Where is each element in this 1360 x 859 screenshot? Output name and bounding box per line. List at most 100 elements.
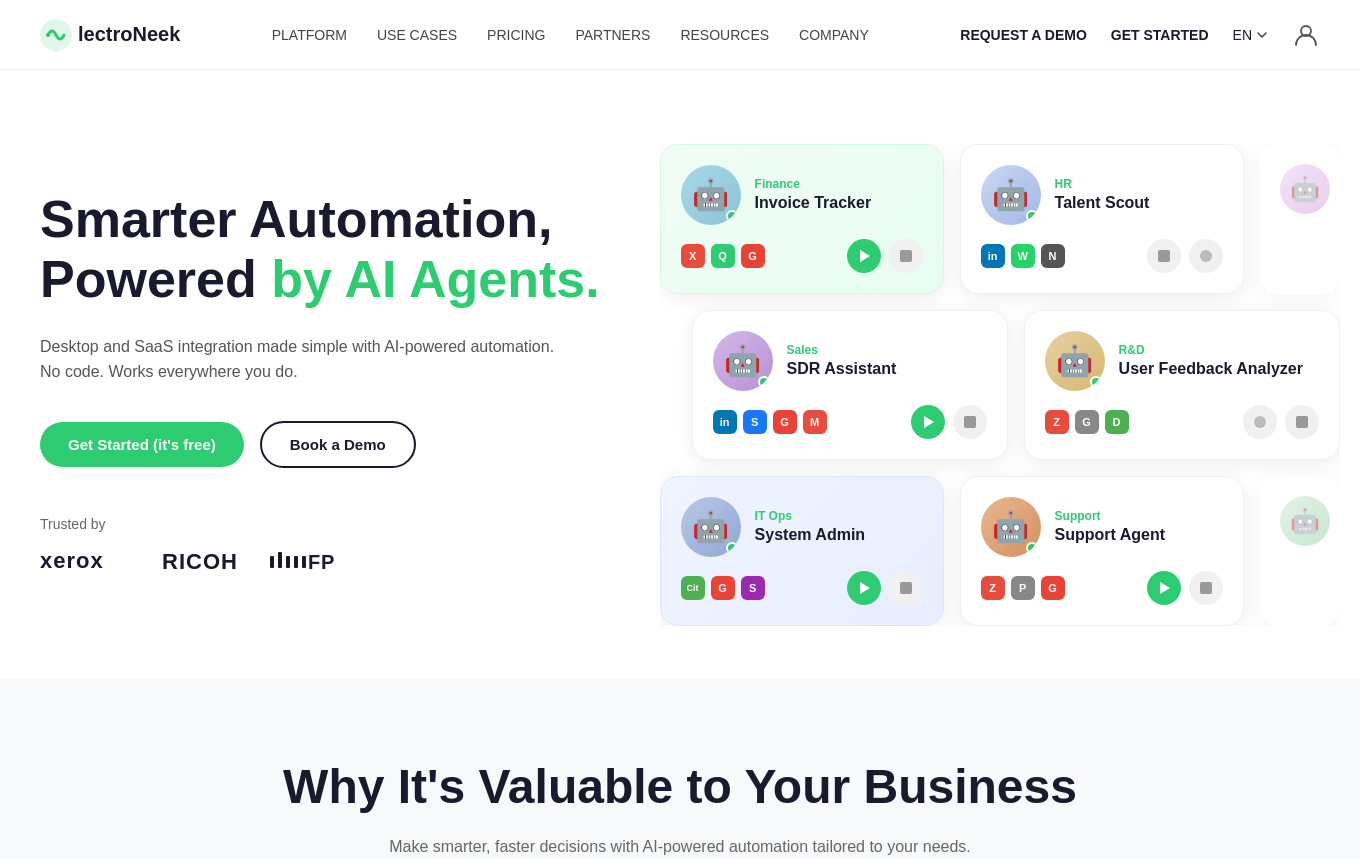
nav-company[interactable]: COMPANY: [799, 27, 869, 43]
app-icon-xero: X: [681, 244, 705, 268]
card-controls-itops: [847, 571, 923, 605]
card-top-rnd: 🤖 R&D User Feedback Analyzer: [1045, 331, 1319, 391]
card-controls-finance: [847, 239, 923, 273]
card-top-finance: 🤖 Finance Invoice Tracker: [681, 165, 923, 225]
pause-button-rnd[interactable]: [1243, 405, 1277, 439]
get-started-button[interactable]: Get Started (it's free): [40, 422, 244, 467]
app-icon-qb: Q: [711, 244, 735, 268]
app-icon-slack: S: [743, 410, 767, 434]
stop-icon-support: [1200, 582, 1212, 594]
pause-button-hr[interactable]: [1147, 239, 1181, 273]
stop-button-rnd[interactable]: [1285, 405, 1319, 439]
request-demo-link[interactable]: REQUEST A DEMO: [960, 27, 1087, 43]
nav-resources[interactable]: RESOURCES: [680, 27, 769, 43]
stop-icon-rnd: [1296, 416, 1308, 428]
card-top-hr: 🤖 HR Talent Scout: [981, 165, 1223, 225]
stop-icon-finance: [900, 250, 912, 262]
play-button-finance[interactable]: [847, 239, 881, 273]
stop-icon-sales: [964, 416, 976, 428]
stop-button-hr[interactable]: [1189, 239, 1223, 273]
agent-info-finance: Finance Invoice Tracker: [755, 177, 923, 212]
chevron-down-icon: [1256, 29, 1268, 41]
agent-name-support: Support Agent: [1055, 526, 1223, 544]
card-top-sales: 🤖 Sales SDR Assistant: [713, 331, 987, 391]
play-button-support[interactable]: [1147, 571, 1181, 605]
bottom-section: Why It's Valuable to Your Business Make …: [0, 679, 1360, 859]
app-icon-g-sup: G: [1041, 576, 1065, 600]
agent-category-hr: HR: [1055, 177, 1223, 191]
card-bottom-hr: in W N: [981, 239, 1223, 273]
hero-buttons: Get Started (it's free) Book a Demo: [40, 421, 600, 468]
agent-name-itops: System Admin: [755, 526, 923, 544]
app-icons-itops: Cit G S: [681, 576, 765, 600]
agent-card-rnd: 🤖 R&D User Feedback Analyzer Z G D: [1024, 310, 1340, 460]
avatar-itops: 🤖: [681, 497, 741, 557]
agent-name-finance: Invoice Tracker: [755, 194, 923, 212]
xerox-logo: xerox: [40, 546, 130, 579]
cards-row-2: 🤖 Sales SDR Assistant in S G M: [692, 310, 1340, 460]
agent-info-hr: HR Talent Scout: [1055, 177, 1223, 212]
agent-card-sales: 🤖 Sales SDR Assistant in S G M: [692, 310, 1008, 460]
stop-button-sales[interactable]: [953, 405, 987, 439]
logo[interactable]: lectroNeek: [40, 19, 180, 51]
circle-icon-rnd: [1254, 416, 1266, 428]
avatar-partial-1: 🤖: [1280, 164, 1330, 214]
hero-cards: 🤖 Finance Invoice Tracker X Q G: [660, 144, 1340, 626]
status-dot-hr: [1026, 210, 1038, 222]
app-icon-citrix: Cit: [681, 576, 705, 600]
agent-category-sales: Sales: [787, 343, 987, 357]
nav-pricing[interactable]: PRICING: [487, 27, 545, 43]
stop-icon-itops: [900, 582, 912, 594]
agent-card-finance: 🤖 Finance Invoice Tracker X Q G: [660, 144, 944, 294]
agent-name-hr: Talent Scout: [1055, 194, 1223, 212]
circle-icon-hr: [1200, 250, 1212, 262]
user-icon[interactable]: [1292, 21, 1320, 49]
card-controls-hr: [1147, 239, 1223, 273]
trusted-label: Trusted by: [40, 516, 600, 532]
card-controls-rnd: [1243, 405, 1319, 439]
card-controls-support: [1147, 571, 1223, 605]
status-dot-rnd: [1090, 376, 1102, 388]
app-icon-google-s: G: [773, 410, 797, 434]
avatar-sales: 🤖: [713, 331, 773, 391]
agent-name-sales: SDR Assistant: [787, 360, 987, 378]
agent-category-finance: Finance: [755, 177, 923, 191]
svg-marker-10: [924, 416, 934, 428]
agent-card-partial-3: 🤖: [1260, 476, 1340, 626]
language-selector[interactable]: EN: [1233, 27, 1268, 43]
agent-card-support: 🤖 Support Support Agent Z P G: [960, 476, 1244, 626]
app-icons-rnd: Z G D: [1045, 410, 1129, 434]
stop-button-support[interactable]: [1189, 571, 1223, 605]
app-icon-gmail: G: [741, 244, 765, 268]
nav-links: PLATFORM USE CASES PRICING PARTNERS RESO…: [272, 27, 869, 43]
svg-marker-11: [860, 582, 870, 594]
cards-row-3: 🤖 IT Ops System Admin Cit G S: [660, 476, 1340, 626]
play-button-sales[interactable]: [911, 405, 945, 439]
avatar-finance: 🤖: [681, 165, 741, 225]
app-icon-google-it: G: [711, 576, 735, 600]
bottom-subtext: Make smarter, faster decisions with AI-p…: [380, 834, 980, 859]
avatar-hr: 🤖: [981, 165, 1041, 225]
agent-card-hr: 🤖 HR Talent Scout in W N: [960, 144, 1244, 294]
nav-platform[interactable]: PLATFORM: [272, 27, 347, 43]
svg-rect-6: [286, 556, 290, 568]
status-dot-support: [1026, 542, 1038, 554]
avatar-support: 🤖: [981, 497, 1041, 557]
trusted-logos: xerox RICOH FP: [40, 546, 600, 579]
hero-section: Smarter Automation, Powered by AI Agents…: [0, 70, 1360, 679]
app-icons-support: Z P G: [981, 576, 1065, 600]
agent-category-itops: IT Ops: [755, 509, 923, 523]
get-started-link[interactable]: GET STARTED: [1111, 27, 1209, 43]
svg-point-1: [46, 33, 50, 37]
nav-use-cases[interactable]: USE CASES: [377, 27, 457, 43]
status-dot-sales: [758, 376, 770, 388]
stop-button-finance[interactable]: [889, 239, 923, 273]
stop-button-itops[interactable]: [889, 571, 923, 605]
app-icons-sales: in S G M: [713, 410, 827, 434]
app-icon-p-sup: P: [1011, 576, 1035, 600]
play-button-itops[interactable]: [847, 571, 881, 605]
svg-rect-8: [302, 556, 306, 568]
book-demo-button[interactable]: Book a Demo: [260, 421, 416, 468]
nav-partners[interactable]: PARTNERS: [575, 27, 650, 43]
stop-icon-hr: [1158, 250, 1170, 262]
